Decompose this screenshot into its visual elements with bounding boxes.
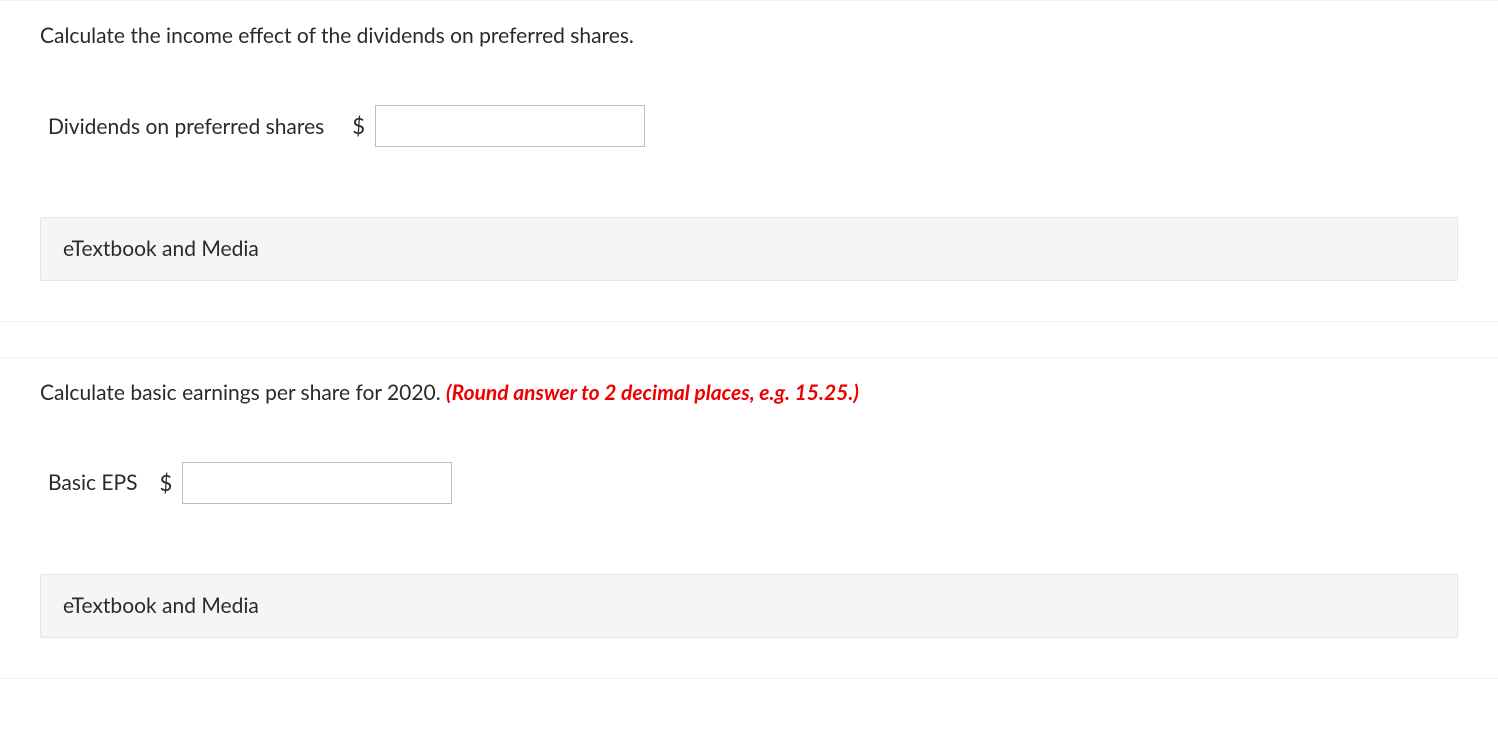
question-1-body: Calculate the income effect of the divid… (40, 23, 634, 48)
question-2-body: Calculate basic earnings per share for 2… (40, 380, 446, 405)
answer-row-2: Basic EPS $ (48, 462, 1458, 504)
basic-eps-input[interactable] (182, 462, 452, 504)
question-section-2: Calculate basic earnings per share for 2… (0, 357, 1498, 679)
etextbook-label-2: eTextbook and Media (63, 593, 259, 618)
question-section-1: Calculate the income effect of the divid… (0, 0, 1498, 322)
question-2-hint: (Round answer to 2 decimal places, e.g. … (446, 380, 859, 405)
basic-eps-label: Basic EPS (48, 468, 138, 497)
etextbook-label-1: eTextbook and Media (63, 236, 259, 261)
currency-symbol-2: $ (160, 468, 173, 499)
currency-symbol-1: $ (352, 111, 365, 142)
dividends-input[interactable] (375, 105, 645, 147)
answer-row-1: Dividends on preferred shares $ (48, 105, 1458, 147)
etextbook-button-2[interactable]: eTextbook and Media (40, 574, 1458, 637)
question-text-2: Calculate basic earnings per share for 2… (40, 378, 1458, 407)
etextbook-button-1[interactable]: eTextbook and Media (40, 217, 1458, 280)
dividends-label: Dividends on preferred shares (48, 112, 324, 141)
question-text-1: Calculate the income effect of the divid… (40, 21, 1458, 50)
